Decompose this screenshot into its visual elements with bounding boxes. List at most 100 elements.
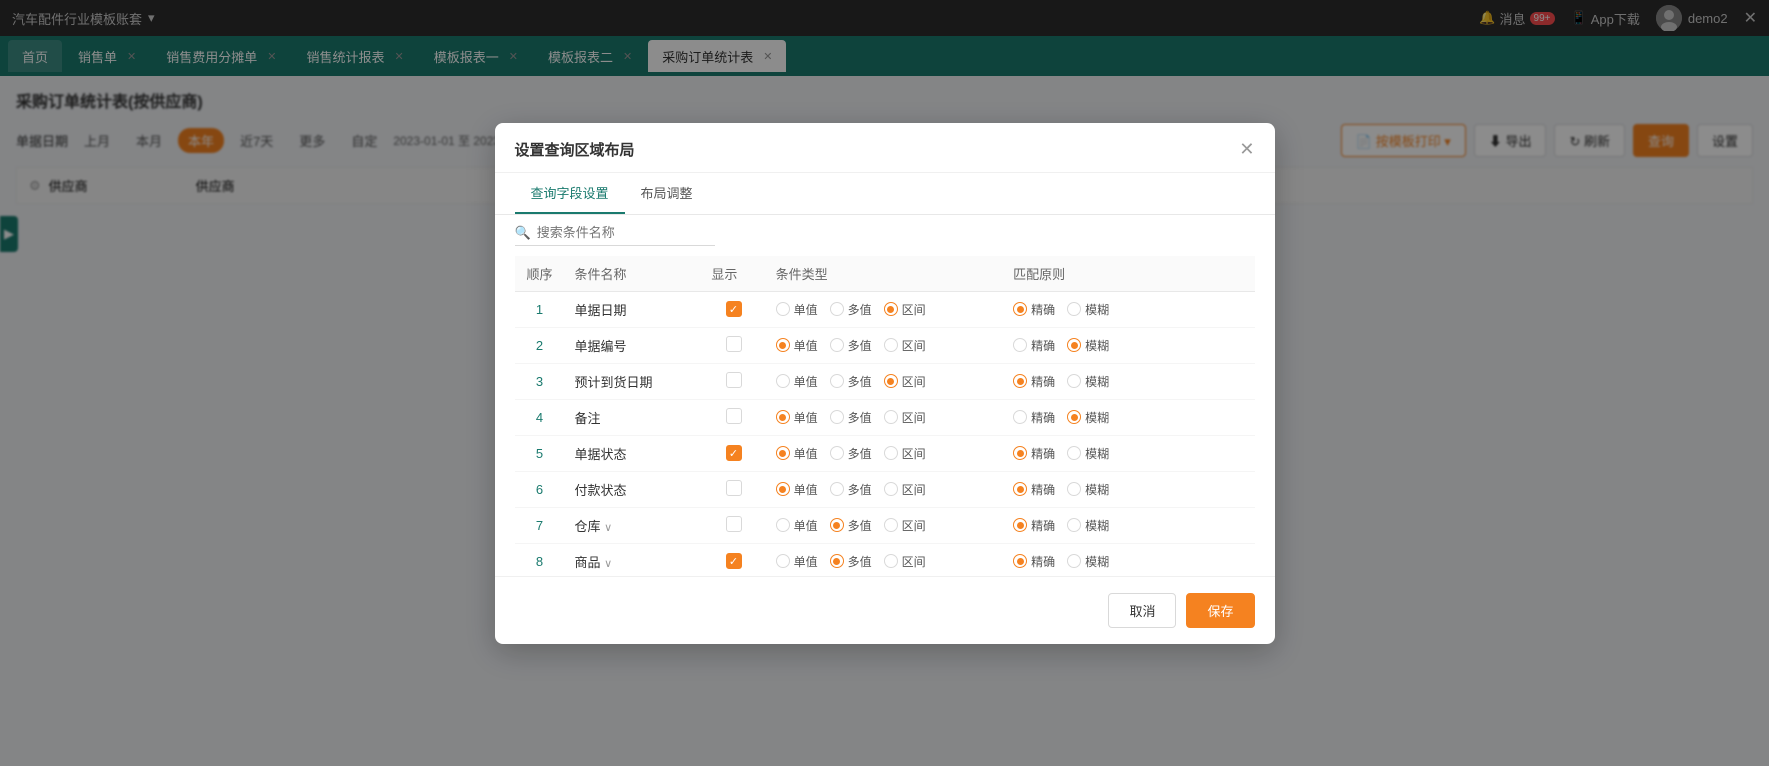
field-name: 单据编号 [565, 327, 702, 363]
match-radio-模糊[interactable]: 模糊 [1067, 553, 1109, 570]
modal-tab-layout[interactable]: 布局调整 [625, 173, 709, 214]
display-checkbox[interactable] [726, 372, 742, 388]
field-name: 备注 [565, 399, 702, 435]
display-checkbox[interactable] [726, 516, 742, 532]
table-row: 1单据日期单值多值区间精确模糊 [515, 291, 1255, 327]
type-radio-单值[interactable]: 单值 [776, 517, 818, 534]
radio-dot-icon [884, 410, 898, 424]
match-radio-模糊[interactable]: 模糊 [1067, 481, 1109, 498]
type-radio-多值[interactable]: 多值 [830, 553, 872, 570]
field-match-cell: 精确模糊 [1003, 471, 1254, 507]
display-checkbox[interactable] [726, 301, 742, 317]
radio-dot-icon [776, 338, 790, 352]
field-display-cell [701, 543, 765, 576]
radio-dot-icon [1013, 374, 1027, 388]
match-radio-模糊[interactable]: 模糊 [1067, 445, 1109, 462]
radio-dot-icon [830, 518, 844, 532]
radio-dot-icon [830, 374, 844, 388]
type-radio-多值[interactable]: 多值 [830, 409, 872, 426]
cancel-button[interactable]: 取消 [1108, 593, 1176, 628]
field-display-cell [701, 435, 765, 471]
match-radio-精确[interactable]: 精确 [1013, 445, 1055, 462]
type-radio-多值[interactable]: 多值 [830, 301, 872, 318]
field-name: 单据状态 [565, 435, 702, 471]
radio-dot-icon [830, 338, 844, 352]
field-name: 单据日期 [565, 291, 702, 327]
type-radio-多值[interactable]: 多值 [830, 481, 872, 498]
table-row: 3预计到货日期单值多值区间精确模糊 [515, 363, 1255, 399]
search-box: 🔍 [515, 225, 715, 246]
radio-dot-icon [830, 482, 844, 496]
type-radio-单值[interactable]: 单值 [776, 445, 818, 462]
display-checkbox[interactable] [726, 336, 742, 352]
type-radio-多值[interactable]: 多值 [830, 337, 872, 354]
modal-tab-query-fields[interactable]: 查询字段设置 [515, 173, 625, 214]
match-radio-模糊[interactable]: 模糊 [1067, 373, 1109, 390]
radio-dot-icon [884, 518, 898, 532]
type-radio-区间[interactable]: 区间 [884, 481, 926, 498]
type-radio-区间[interactable]: 区间 [884, 517, 926, 534]
match-radio-精确[interactable]: 精确 [1013, 301, 1055, 318]
type-radio-单值[interactable]: 单值 [776, 553, 818, 570]
radio-dot-icon [1013, 482, 1027, 496]
match-radio-模糊[interactable]: 模糊 [1067, 517, 1109, 534]
save-button[interactable]: 保存 [1186, 593, 1254, 628]
type-radio-区间[interactable]: 区间 [884, 301, 926, 318]
match-radio-精确[interactable]: 精确 [1013, 337, 1055, 354]
display-checkbox[interactable] [726, 408, 742, 424]
table-row: 7仓库 ∨单值多值区间精确模糊 [515, 507, 1255, 543]
match-radio-精确[interactable]: 精确 [1013, 481, 1055, 498]
match-radio-精确[interactable]: 精确 [1013, 553, 1055, 570]
radio-dot-icon [1067, 554, 1081, 568]
radio-dot-icon [884, 482, 898, 496]
type-radio-区间[interactable]: 区间 [884, 409, 926, 426]
search-input[interactable] [537, 225, 715, 240]
type-radio-区间[interactable]: 区间 [884, 553, 926, 570]
type-radio-多值[interactable]: 多值 [830, 517, 872, 534]
type-radio-单值[interactable]: 单值 [776, 409, 818, 426]
display-checkbox[interactable] [726, 445, 742, 461]
field-display-cell [701, 327, 765, 363]
type-radio-单值[interactable]: 单值 [776, 301, 818, 318]
type-radio-区间[interactable]: 区间 [884, 337, 926, 354]
field-name: 商品 ∨ [565, 543, 702, 576]
type-radio-区间[interactable]: 区间 [884, 373, 926, 390]
match-radio-模糊[interactable]: 模糊 [1067, 337, 1109, 354]
modal-header: 设置查询区域布局 ✕ [495, 123, 1275, 173]
radio-dot-icon [830, 302, 844, 316]
radio-dot-icon [1067, 482, 1081, 496]
radio-dot-icon [884, 338, 898, 352]
match-radio-精确[interactable]: 精确 [1013, 373, 1055, 390]
type-radio-单值[interactable]: 单值 [776, 481, 818, 498]
match-radio-模糊[interactable]: 模糊 [1067, 301, 1109, 318]
field-name: 预计到货日期 [565, 363, 702, 399]
radio-dot-icon [776, 446, 790, 460]
type-radio-单值[interactable]: 单值 [776, 373, 818, 390]
table-row: 2单据编号单值多值区间精确模糊 [515, 327, 1255, 363]
match-radio-模糊[interactable]: 模糊 [1067, 409, 1109, 426]
type-radio-单值[interactable]: 单值 [776, 337, 818, 354]
radio-dot-icon [776, 374, 790, 388]
display-checkbox[interactable] [726, 480, 742, 496]
field-match-cell: 精确模糊 [1003, 435, 1254, 471]
radio-dot-icon [884, 554, 898, 568]
type-radio-区间[interactable]: 区间 [884, 445, 926, 462]
field-type-cell: 单值多值区间 [766, 435, 1003, 471]
field-match-cell: 精确模糊 [1003, 543, 1254, 576]
type-radio-多值[interactable]: 多值 [830, 445, 872, 462]
field-order: 4 [515, 399, 565, 435]
fields-table-scroll[interactable]: 顺序 条件名称 显示 条件类型 匹配原则 1单据日期单值多值区间精确模糊2单据编… [515, 256, 1255, 576]
modal-footer: 取消 保存 [495, 576, 1275, 644]
fields-table: 顺序 条件名称 显示 条件类型 匹配原则 1单据日期单值多值区间精确模糊2单据编… [515, 256, 1255, 576]
field-match-cell: 精确模糊 [1003, 363, 1254, 399]
type-radio-多值[interactable]: 多值 [830, 373, 872, 390]
display-checkbox[interactable] [726, 553, 742, 569]
field-match-cell: 精确模糊 [1003, 327, 1254, 363]
field-order: 7 [515, 507, 565, 543]
match-radio-精确[interactable]: 精确 [1013, 409, 1055, 426]
match-radio-精确[interactable]: 精确 [1013, 517, 1055, 534]
field-type-cell: 单值多值区间 [766, 507, 1003, 543]
modal-close-button[interactable]: ✕ [1239, 140, 1254, 158]
radio-dot-icon [1013, 338, 1027, 352]
modal-body: 顺序 条件名称 显示 条件类型 匹配原则 1单据日期单值多值区间精确模糊2单据编… [495, 256, 1275, 576]
